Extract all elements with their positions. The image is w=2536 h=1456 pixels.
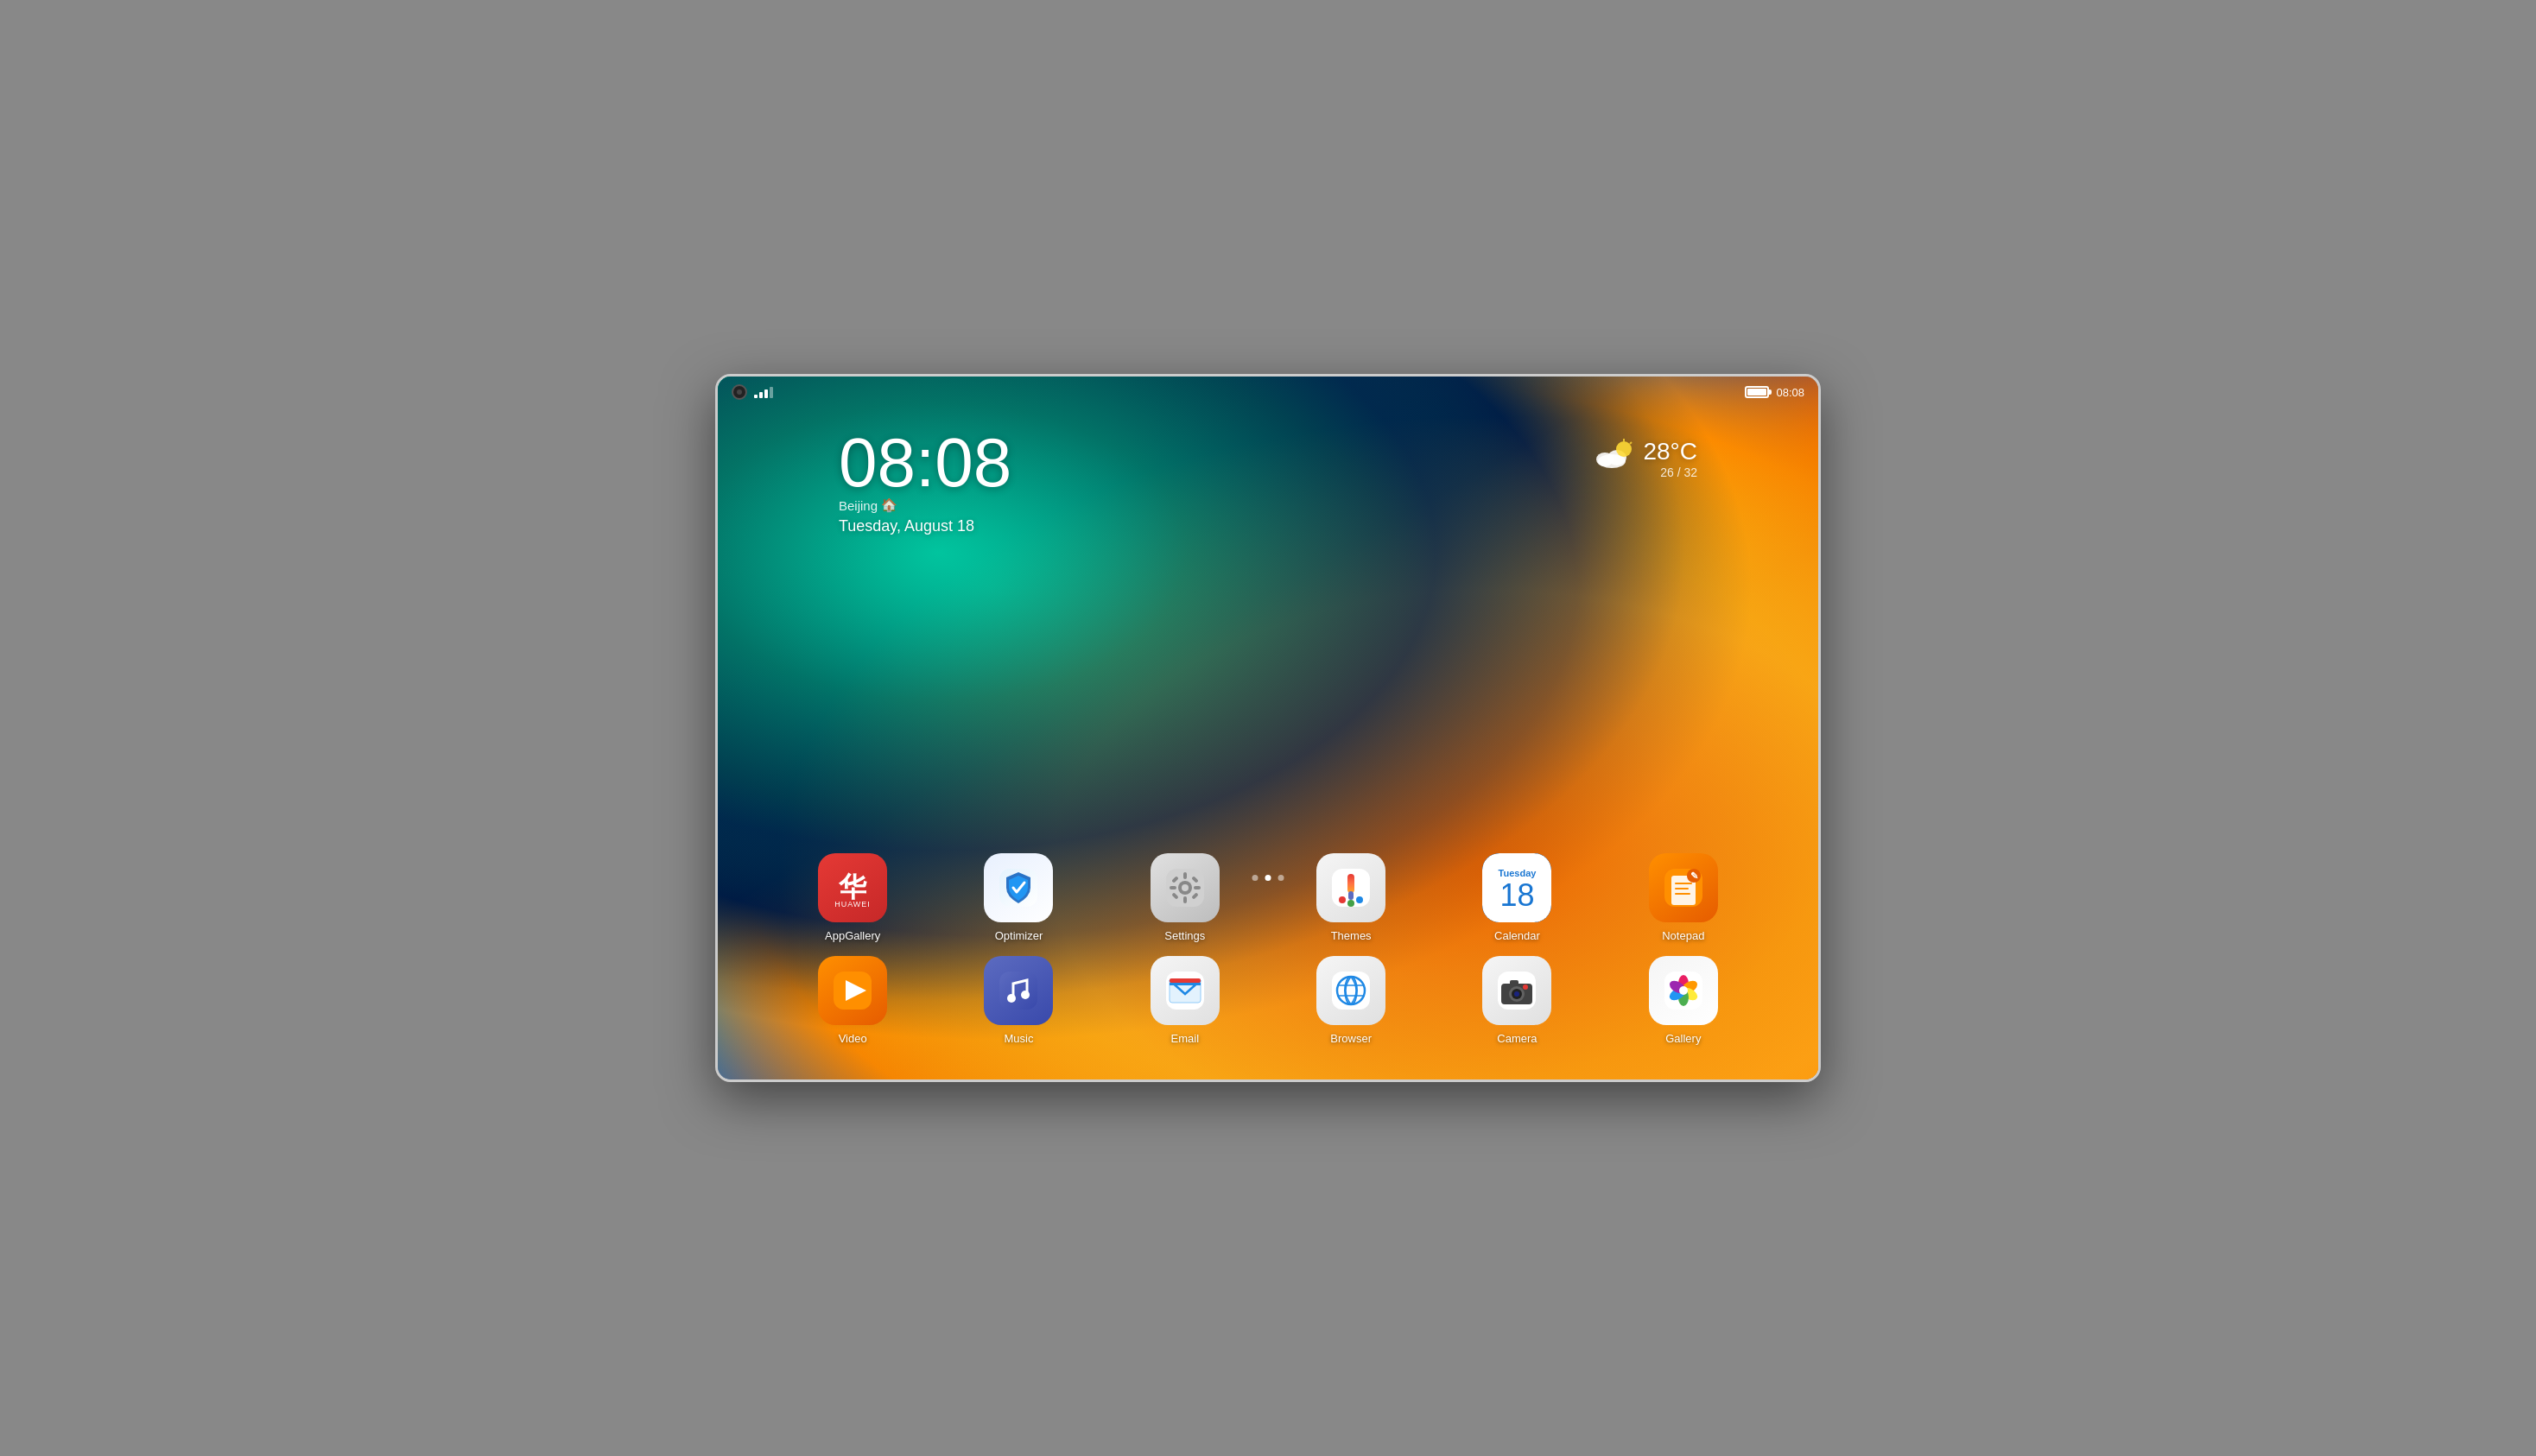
app-item-calendar[interactable]: Tuesday 18 Calendar [1461, 853, 1573, 942]
weather-widget: 28°C 26 / 32 [1591, 437, 1697, 479]
app-row-1: 华 HUAWEI AppGallery [770, 853, 1766, 942]
clock-date: Tuesday, August 18 [839, 517, 1011, 535]
svg-point-3 [1616, 441, 1632, 457]
weather-info: 28°C 26 / 32 [1643, 438, 1697, 479]
app-grid: 华 HUAWEI AppGallery [718, 853, 1818, 1045]
notepad-icon: ✎ [1649, 853, 1718, 922]
svg-point-51 [1514, 991, 1519, 997]
svg-rect-21 [1347, 874, 1354, 893]
svg-point-36 [1007, 994, 1016, 1003]
svg-rect-12 [1183, 872, 1187, 879]
svg-point-24 [1347, 900, 1354, 907]
app-item-optimizer[interactable]: Optimizer [962, 853, 1075, 942]
status-right: 08:08 [1745, 386, 1804, 399]
status-time: 08:08 [1776, 386, 1804, 399]
device-frame: 08:08 08:08 Beijing 🏠 Tuesday, August 18 [715, 374, 1821, 1082]
svg-point-52 [1523, 984, 1528, 990]
svg-rect-41 [1170, 983, 1201, 985]
app-item-email[interactable]: Email [1129, 956, 1241, 1045]
appgallery-label: AppGallery [825, 929, 880, 942]
svg-rect-40 [1170, 978, 1201, 983]
app-item-video[interactable]: Video [796, 956, 909, 1045]
svg-text:华: 华 [838, 871, 867, 902]
app-item-settings[interactable]: Settings [1129, 853, 1241, 942]
front-camera [732, 384, 747, 400]
battery-icon [1745, 386, 1769, 398]
svg-point-11 [1182, 884, 1189, 891]
camera-icon [1482, 956, 1551, 1025]
svg-point-23 [1339, 896, 1346, 903]
app-item-appgallery[interactable]: 华 HUAWEI AppGallery [796, 853, 909, 942]
weather-range: 26 / 32 [1643, 465, 1697, 479]
themes-label: Themes [1331, 929, 1372, 942]
svg-rect-15 [1194, 886, 1201, 889]
browser-icon [1316, 956, 1385, 1025]
settings-label: Settings [1164, 929, 1205, 942]
video-label: Video [839, 1032, 867, 1045]
svg-rect-29 [1675, 888, 1689, 889]
svg-text:✎: ✎ [1690, 870, 1697, 881]
browser-label: Browser [1330, 1032, 1372, 1045]
settings-icon [1151, 853, 1220, 922]
app-item-camera[interactable]: Camera [1461, 956, 1573, 1045]
app-item-themes[interactable]: Themes [1295, 853, 1407, 942]
svg-rect-22 [1348, 891, 1354, 900]
status-bar: 08:08 [718, 377, 1818, 408]
optimizer-label: Optimizer [995, 929, 1043, 942]
app-item-browser[interactable]: Browser [1295, 956, 1407, 1045]
calendar-label: Calendar [1494, 929, 1540, 942]
gallery-label: Gallery [1665, 1032, 1701, 1045]
gallery-icon [1649, 956, 1718, 1025]
email-icon [1151, 956, 1220, 1025]
svg-rect-30 [1675, 893, 1690, 895]
svg-rect-35 [999, 972, 1037, 1010]
status-left [732, 384, 773, 400]
app-item-gallery[interactable]: Gallery [1627, 956, 1740, 1045]
app-item-notepad[interactable]: ✎ Notepad [1627, 853, 1740, 942]
music-label: Music [1005, 1032, 1034, 1045]
weather-temp: 28°C [1643, 438, 1697, 465]
calendar-number: 18 [1499, 880, 1534, 911]
svg-rect-28 [1675, 883, 1692, 884]
svg-text:HUAWEI: HUAWEI [834, 900, 871, 908]
video-icon [818, 956, 887, 1025]
clock-widget: 08:08 Beijing 🏠 Tuesday, August 18 [839, 428, 1011, 535]
clock-location: Beijing 🏠 [839, 497, 897, 513]
app-row-2: Video [770, 956, 1766, 1045]
svg-point-61 [1679, 986, 1688, 995]
svg-rect-53 [1510, 980, 1518, 985]
signal-icon [754, 387, 773, 398]
optimizer-icon [984, 853, 1053, 922]
svg-rect-14 [1170, 886, 1176, 889]
music-icon [984, 956, 1053, 1025]
appgallery-icon: 华 HUAWEI [818, 853, 887, 922]
svg-point-37 [1021, 991, 1030, 999]
email-label: Email [1171, 1032, 1200, 1045]
notepad-label: Notepad [1662, 929, 1704, 942]
weather-icon [1591, 437, 1633, 479]
calendar-icon: Tuesday 18 [1482, 853, 1551, 922]
svg-point-25 [1356, 896, 1363, 903]
app-item-music[interactable]: Music [962, 956, 1075, 1045]
camera-label: Camera [1497, 1032, 1537, 1045]
svg-rect-13 [1183, 896, 1187, 903]
svg-line-5 [1630, 442, 1632, 444]
themes-icon [1316, 853, 1385, 922]
clock-time: 08:08 [839, 428, 1011, 497]
